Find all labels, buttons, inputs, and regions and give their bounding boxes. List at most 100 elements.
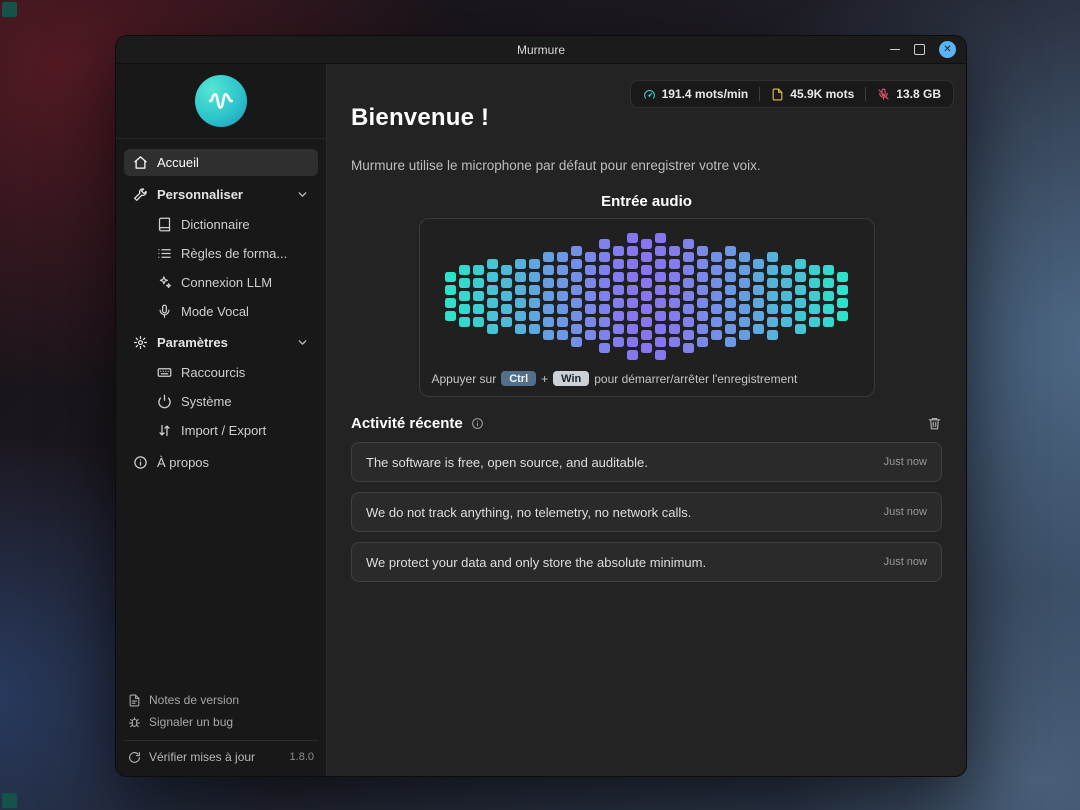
waveform-cell (571, 324, 582, 334)
sidebar-item-connexion-llm[interactable]: Connexion LLM (148, 269, 318, 295)
waveform-cell (627, 324, 638, 334)
activity-time: Just now (884, 506, 927, 518)
titlebar[interactable]: Murmure ✕ (116, 36, 966, 64)
waveform-cell (445, 311, 456, 321)
waveform-cell (627, 259, 638, 269)
window-title: Murmure (517, 43, 565, 57)
waveform-cell (725, 272, 736, 282)
sidebar-item-parametres[interactable]: Paramètres (124, 329, 318, 356)
waveform-cell (823, 265, 834, 275)
import-export-icon (157, 423, 172, 438)
check-updates-button[interactable]: Vérifier mises à jour 1.8.0 (128, 746, 314, 768)
waveform-cell (753, 311, 764, 321)
waveform-cell (641, 317, 652, 327)
close-button[interactable]: ✕ (939, 41, 956, 58)
activity-card[interactable]: We protect your data and only store the … (351, 542, 942, 582)
sidebar-item-label: Mode Vocal (181, 304, 249, 319)
waveform-cell (501, 291, 512, 301)
sidebar-item-mode-vocal[interactable]: Mode Vocal (148, 298, 318, 324)
waveform-cell (487, 298, 498, 308)
waveform-cell (809, 304, 820, 314)
waveform-cell (683, 265, 694, 275)
waveform-cell (809, 291, 820, 301)
waveform-cell (599, 252, 610, 262)
waveform-cell (767, 304, 778, 314)
activity-card[interactable]: We do not track anything, no telemetry, … (351, 492, 942, 532)
waveform-cell (697, 272, 708, 282)
waveform-cell (809, 317, 820, 327)
waveform-cell (445, 272, 456, 282)
waveform-cell (487, 272, 498, 282)
sidebar-item-dictionnaire[interactable]: Dictionnaire (148, 211, 318, 237)
minimize-button[interactable] (890, 49, 900, 51)
info-circle-icon[interactable] (471, 417, 484, 430)
waveform-cell (459, 265, 470, 275)
waveform-cell (641, 330, 652, 340)
sidebar-footer: Notes de version Signaler un bug Vérifie… (116, 683, 326, 776)
waveform-cell (823, 317, 834, 327)
waveform-cell (795, 324, 806, 334)
sidebar-item-a-propos[interactable]: À propos (124, 449, 318, 476)
waveform-cell (501, 304, 512, 314)
trash-icon[interactable] (927, 416, 942, 431)
sidebar-item-personnaliser[interactable]: Personnaliser (124, 181, 318, 208)
waveform-column (627, 233, 638, 360)
sidebar-item-raccourcis[interactable]: Raccourcis (148, 359, 318, 385)
waveform-cell (599, 265, 610, 275)
sidebar-item-regles-formatage[interactable]: Règles de forma... (148, 240, 318, 266)
waveform-cell (767, 317, 778, 327)
waveform-cell (711, 291, 722, 301)
waveform-cell (599, 239, 610, 249)
waveform-cell (781, 304, 792, 314)
sidebar-item-label: Connexion LLM (181, 275, 272, 290)
waveform-column (557, 252, 568, 340)
waveform-cell (683, 278, 694, 288)
waveform-cell (753, 285, 764, 295)
waveform-cell (543, 265, 554, 275)
sidebar-item-systeme[interactable]: Système (148, 388, 318, 414)
waveform-cell (557, 317, 568, 327)
waveform-cell (459, 304, 470, 314)
waveform-cell (655, 350, 666, 360)
waveform-cell (543, 278, 554, 288)
waveform-cell (655, 324, 666, 334)
waveform-cell (725, 298, 736, 308)
waveform-cell (529, 324, 540, 334)
activity-card[interactable]: The software is free, open source, and a… (351, 442, 942, 482)
ctrl-key-badge: Ctrl (501, 371, 536, 386)
waveform-cell (543, 291, 554, 301)
waveform-cell (781, 265, 792, 275)
waveform-cell (711, 317, 722, 327)
waveform-cell (781, 278, 792, 288)
info-icon (133, 455, 148, 470)
sidebar-item-label: Dictionnaire (181, 217, 250, 232)
shortcut-hint: Appuyer sur Ctrl + Win pour démarrer/arr… (432, 371, 862, 386)
waveform-cell (627, 298, 638, 308)
sidebar-item-label: À propos (157, 455, 209, 470)
waveform-cell (753, 272, 764, 282)
report-bug-link[interactable]: Signaler un bug (128, 711, 314, 733)
keyboard-icon (157, 365, 172, 380)
chevron-down-icon (296, 336, 309, 349)
gear-icon (133, 335, 148, 350)
maximize-button[interactable] (914, 44, 925, 55)
waveform-cell (445, 285, 456, 295)
waveform-cell (585, 304, 596, 314)
sidebar-item-accueil[interactable]: Accueil (124, 149, 318, 176)
waveform-cell (613, 285, 624, 295)
release-notes-link[interactable]: Notes de version (128, 689, 314, 711)
chevron-down-icon (296, 188, 309, 201)
waveform-column (445, 272, 456, 321)
waveform-cell (641, 291, 652, 301)
sidebar-item-label: Règles de forma... (181, 246, 287, 261)
sidebar-item-import-export[interactable]: Import / Export (148, 417, 318, 443)
waveform-column (641, 239, 652, 353)
waveform-cell (823, 278, 834, 288)
waveform-cell (711, 265, 722, 275)
waveform-cell (641, 265, 652, 275)
sidebar-item-label: Import / Export (181, 423, 266, 438)
waveform-cell (515, 285, 526, 295)
waveform-column (753, 259, 764, 334)
sidebar-item-label: Accueil (157, 155, 199, 170)
waveform-column (823, 265, 834, 327)
